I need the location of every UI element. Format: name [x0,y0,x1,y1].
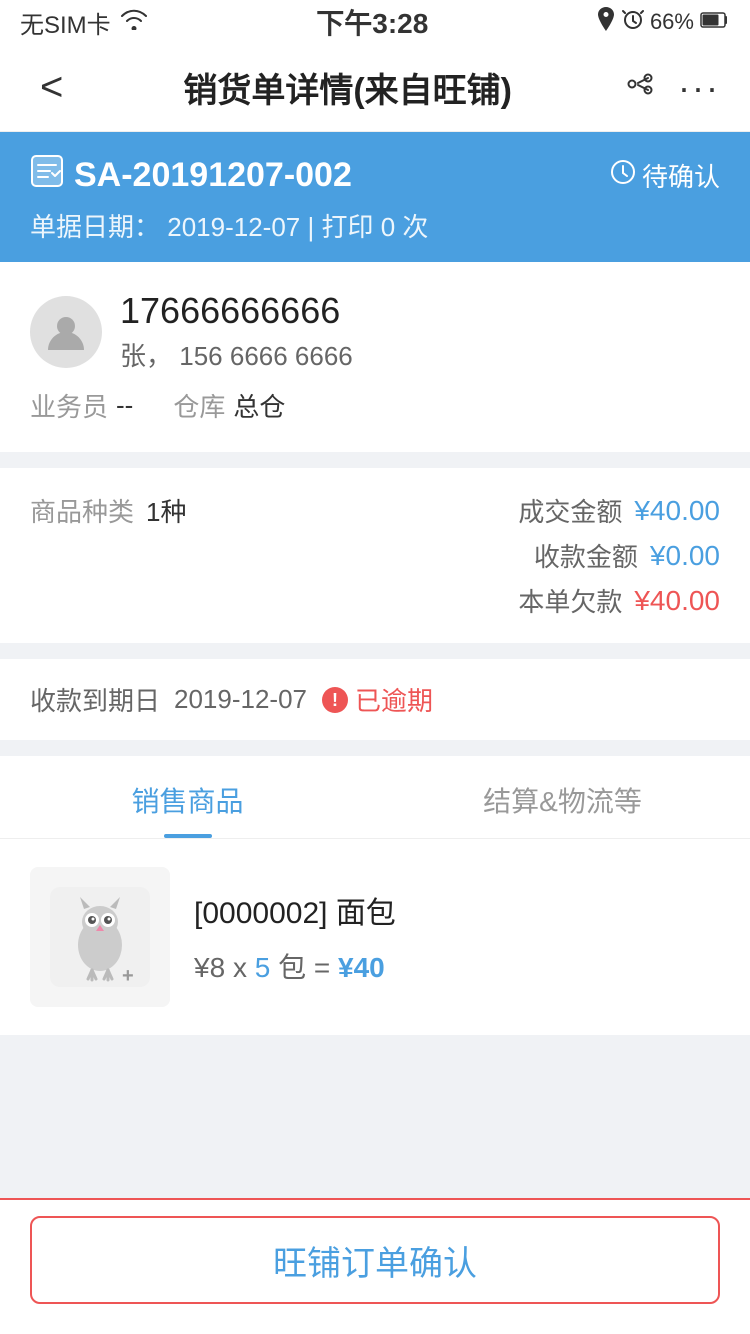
product-item: + [0000002] 面包 ¥8 x 5 包 = ¥40 [0,839,750,1035]
status-time: 下午3:28 [316,2,428,42]
status-text: 待确认 [642,157,720,194]
customer-phone: 17666666666 [120,290,353,332]
product-total: ¥40 [338,952,385,983]
status-bar: 无SIM卡 下午3:28 66% [0,0,750,44]
owed-amount-line: 本单欠款 ¥40.00 [518,582,720,619]
back-button[interactable]: < [30,65,73,110]
svg-text:!: ! [332,690,338,710]
warehouse-item: 仓库 总仓 [173,387,285,424]
overdue-text: 已逾期 [355,681,433,718]
product-calculation: ¥8 x 5 包 = ¥40 [194,946,720,986]
due-section: 收款到期日 2019-12-07 ! 已逾期 [0,659,750,740]
nav-actions: ··· [622,66,720,109]
status-clock-icon [610,159,636,192]
info-row: 业务员 -- 仓库 总仓 [30,387,720,424]
confirm-order-button[interactable]: 旺铺订单确认 [30,1216,720,1304]
deal-amount-line: 成交金额 ¥40.00 [518,492,720,529]
product-details: [0000002] 面包 ¥8 x 5 包 = ¥40 [194,888,720,986]
summary-row: 商品种类 1种 成交金额 ¥40.00 收款金额 ¥0.00 本单欠款 ¥40.… [30,492,720,619]
salesman-item: 业务员 -- [30,387,133,424]
due-date: 2019-12-07 [174,684,307,715]
summary-section: 商品种类 1种 成交金额 ¥40.00 收款金额 ¥0.00 本单欠款 ¥40.… [0,468,750,643]
order-status: 待确认 [610,157,720,194]
status-right: 66% [596,7,730,37]
order-id-text: SA-20191207-002 [74,156,352,195]
tab-settlement[interactable]: 结算&物流等 [375,756,750,838]
order-id: SA-20191207-002 [30,154,352,197]
svg-text:+: + [122,965,134,987]
nav-bar: < 销货单详情(来自旺铺) ··· [0,44,750,132]
customer-info: 17666666666 张， 156 6666 6666 [120,290,353,373]
status-left: 无SIM卡 [20,5,149,40]
product-name: [0000002] 面包 [194,888,720,932]
customer-name-phone: 张， 156 6666 6666 [120,336,353,373]
order-icon [30,154,64,197]
wifi-icon [119,8,149,37]
avatar [30,296,102,368]
amount-summary: 成交金额 ¥40.00 收款金额 ¥0.00 本单欠款 ¥40.00 [518,492,720,619]
location-icon [596,7,616,37]
share-button[interactable] [622,66,658,109]
more-button[interactable]: ··· [678,67,720,109]
received-amount-line: 收款金额 ¥0.00 [534,537,720,574]
order-header: SA-20191207-002 待确认 单据日期： 2019-12-07 | 打… [0,132,750,262]
battery-icon [700,9,730,35]
product-kind: 商品种类 1种 [30,492,186,529]
order-date: 单据日期： 2019-12-07 | 打印 0 次 [30,207,720,244]
customer-card: 17666666666 张， 156 6666 6666 业务员 -- 仓库 总… [0,262,750,452]
tab-products[interactable]: 销售商品 [0,756,375,838]
overdue-badge: ! 已逾期 [321,681,433,718]
tabs-bar: 销售商品 结算&物流等 [0,756,750,839]
product-thumbnail: + [30,867,170,1007]
page-title: 销货单详情(来自旺铺) [183,63,512,112]
due-label: 收款到期日 [30,681,160,718]
battery-text: 66% [650,9,694,35]
alarm-icon [622,8,644,36]
bottom-bar: 旺铺订单确认 [0,1198,750,1334]
carrier-text: 无SIM卡 [20,5,111,40]
